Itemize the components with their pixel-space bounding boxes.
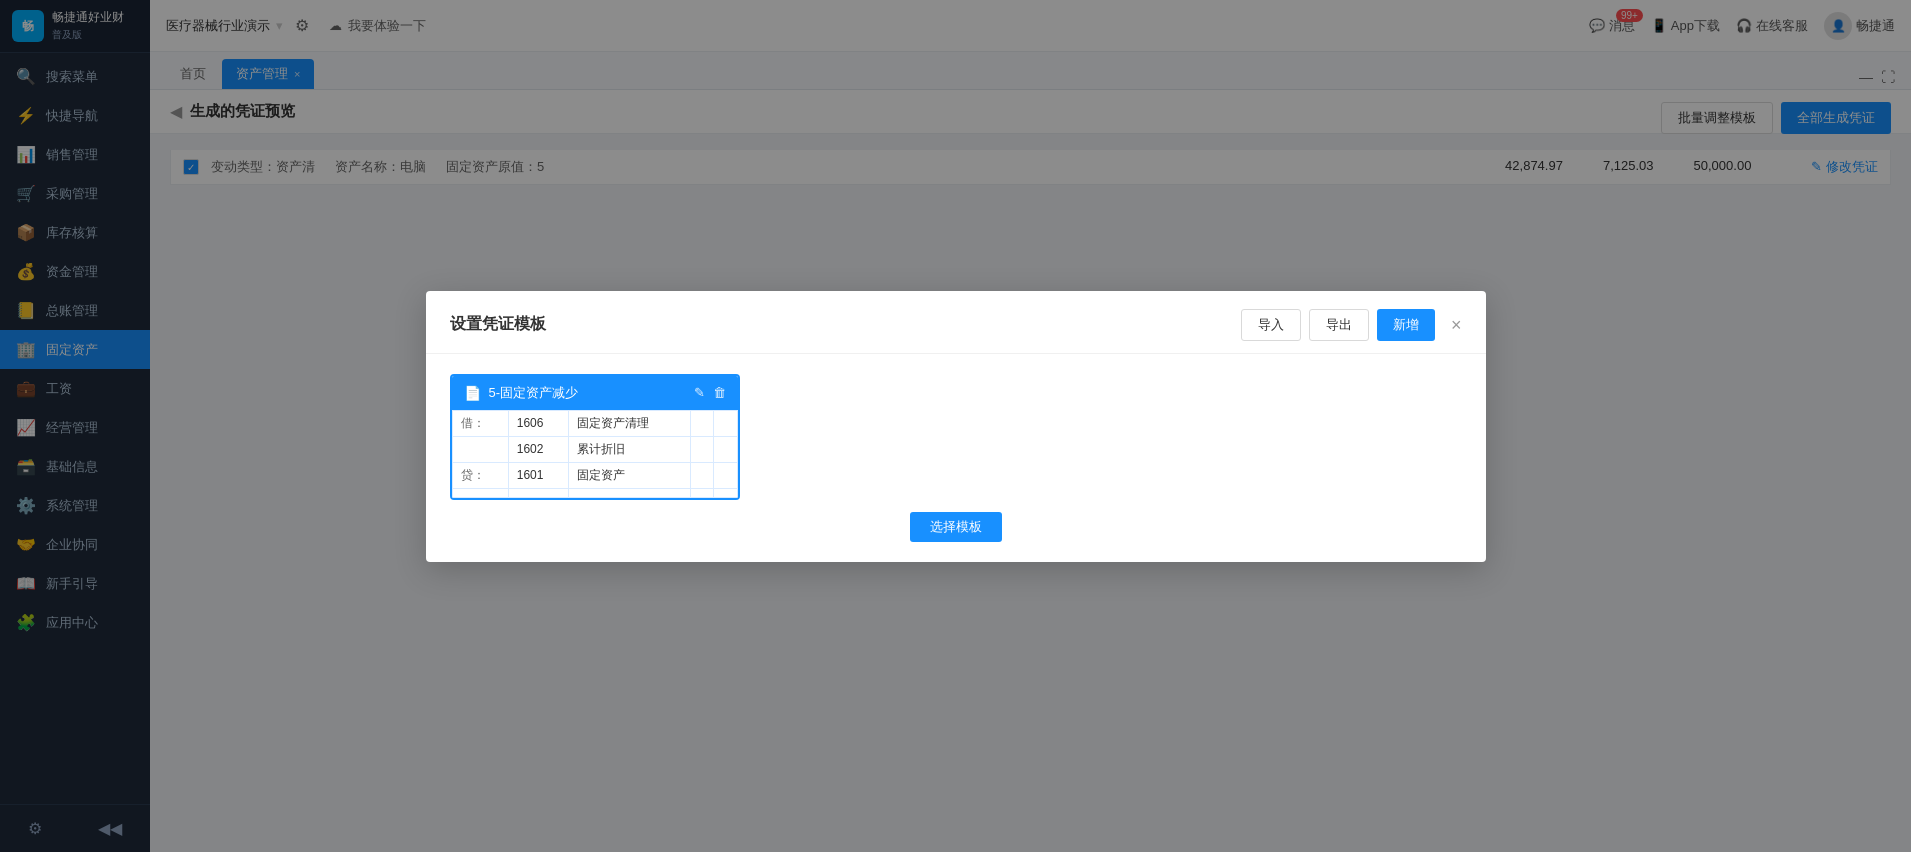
modal-close-icon[interactable]: × — [1451, 316, 1462, 334]
table-row: 贷： 1601 固定资产 — [452, 462, 737, 488]
select-template-button[interactable]: 选择模板 — [910, 512, 1002, 542]
template-delete-icon[interactable]: 🗑 — [713, 385, 726, 400]
modal-header: 设置凭证模板 导入 导出 新增 × — [426, 291, 1486, 354]
account-name: 固定资产清理 — [568, 410, 690, 436]
modal-overlay: 设置凭证模板 导入 导出 新增 × 📄 5-固定资产减少 ✎ 🗑 — [0, 0, 1911, 852]
blank-cell — [714, 410, 737, 436]
account-code: 1601 — [508, 462, 568, 488]
account-code: 1602 — [508, 436, 568, 462]
new-button[interactable]: 新增 — [1377, 309, 1435, 341]
template-doc-icon: 📄 — [464, 385, 481, 401]
modal-actions: 导入 导出 新增 — [1241, 309, 1435, 341]
template-table: 借： 1606 固定资产清理 1602 累计折旧 — [452, 410, 738, 498]
import-button[interactable]: 导入 — [1241, 309, 1301, 341]
modal-title: 设置凭证模板 — [450, 314, 546, 335]
blank-cell — [714, 462, 737, 488]
table-row: 借： 1606 固定资产清理 — [452, 410, 737, 436]
template-card-title: 5-固定资产减少 — [489, 384, 686, 402]
amount-cell — [690, 436, 713, 462]
table-row: 1602 累计折旧 — [452, 436, 737, 462]
table-row — [452, 488, 737, 497]
template-edit-icon[interactable]: ✎ — [694, 385, 705, 400]
modal-dialog: 设置凭证模板 导入 导出 新增 × 📄 5-固定资产减少 ✎ 🗑 — [426, 291, 1486, 562]
account-name: 累计折旧 — [568, 436, 690, 462]
account-code: 1606 — [508, 410, 568, 436]
template-card-actions: ✎ 🗑 — [694, 385, 726, 400]
blank-cell — [714, 436, 737, 462]
select-btn-row: 选择模板 — [450, 512, 1462, 542]
amount-cell — [690, 462, 713, 488]
export-button[interactable]: 导出 — [1309, 309, 1369, 341]
amount-cell — [690, 410, 713, 436]
entry-type-label: 贷： — [452, 462, 508, 488]
template-card: 📄 5-固定资产减少 ✎ 🗑 借： 1606 固定资产清理 — [450, 374, 740, 500]
account-name: 固定资产 — [568, 462, 690, 488]
entry-type-label — [452, 436, 508, 462]
entry-type-label: 借： — [452, 410, 508, 436]
modal-body: 📄 5-固定资产减少 ✎ 🗑 借： 1606 固定资产清理 — [426, 354, 1486, 562]
template-card-header: 📄 5-固定资产减少 ✎ 🗑 — [452, 376, 738, 410]
